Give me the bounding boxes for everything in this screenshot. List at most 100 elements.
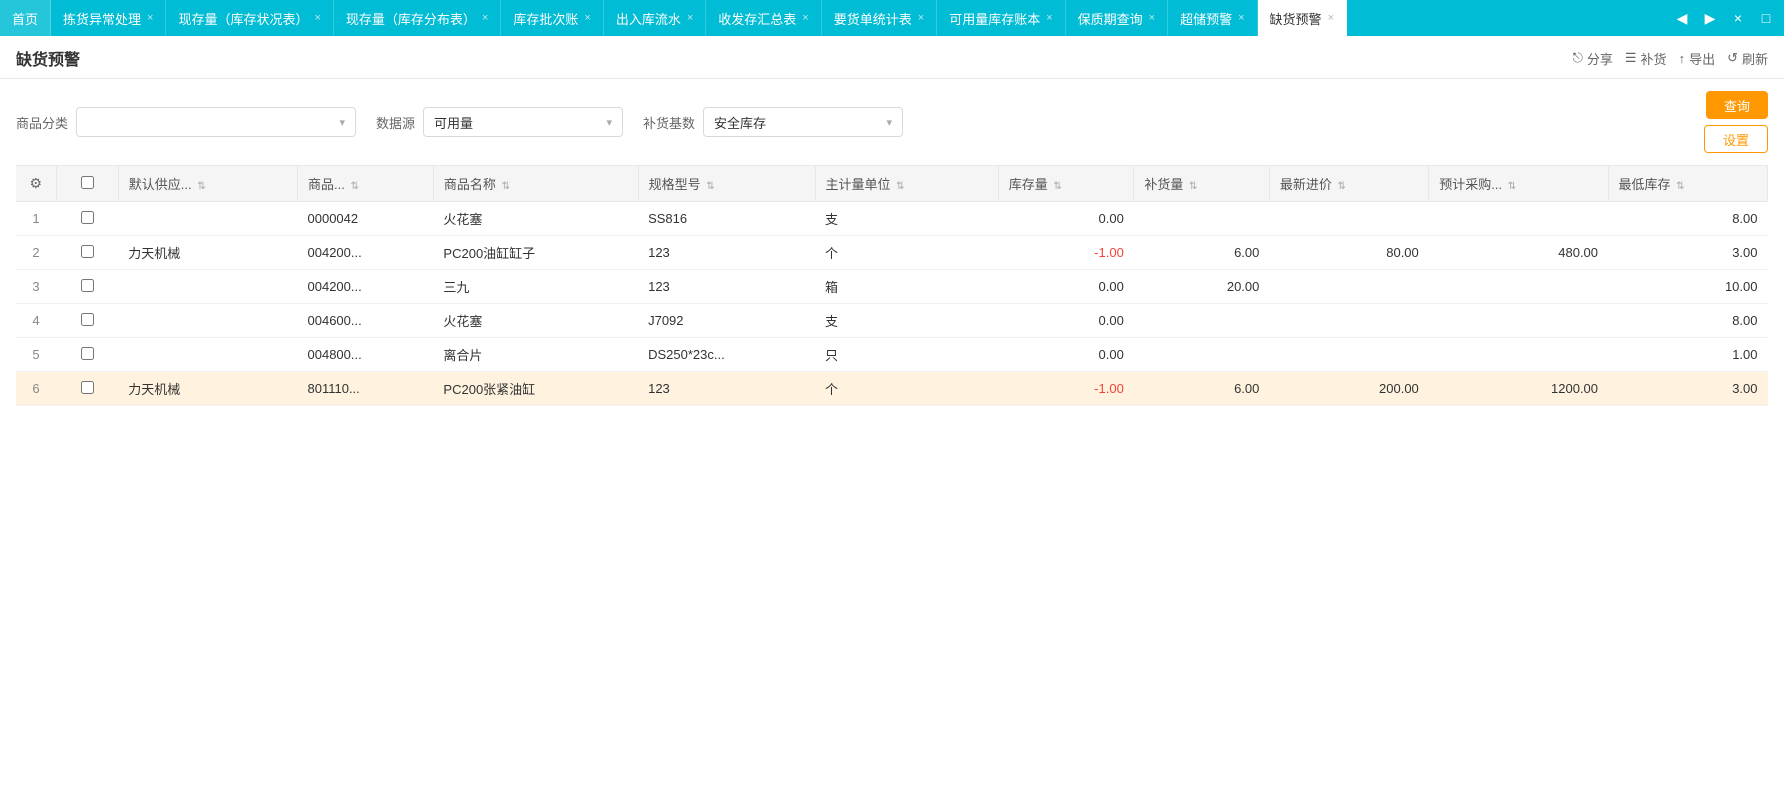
- export-action[interactable]: ↑ 导出: [1679, 49, 1716, 68]
- row-checkbox-cell[interactable]: [56, 270, 118, 304]
- nav-overstock[interactable]: 超储预警 ×: [1168, 0, 1257, 36]
- nav-expiry-close[interactable]: ×: [1149, 12, 1155, 24]
- nav-stock2-close[interactable]: ×: [482, 12, 488, 24]
- settings-button[interactable]: 设置: [1704, 125, 1768, 153]
- row-code: 004600...: [298, 304, 434, 338]
- datasource-select[interactable]: 可用量 ▾: [423, 107, 623, 137]
- shortage-table: ⚙ 默认供应... ⇅ 商品... ⇅ 商品名称 ⇅: [16, 165, 1768, 406]
- nav-available[interactable]: 可用量库存账本 ×: [937, 0, 1065, 36]
- stock-sort-icon: ⇅: [1053, 181, 1061, 192]
- row-checkbox[interactable]: [81, 347, 94, 360]
- row-checkbox-cell[interactable]: [56, 236, 118, 270]
- row-unit: 个: [815, 372, 998, 406]
- nav-batch-close[interactable]: ×: [584, 12, 590, 24]
- col-minstock[interactable]: 最低库存 ⇅: [1608, 166, 1767, 202]
- nav-home[interactable]: 首页: [0, 0, 51, 36]
- filter-actions: 查询 设置: [1704, 91, 1768, 153]
- col-plan[interactable]: 预计采购... ⇅: [1429, 166, 1608, 202]
- share-action[interactable]: ⎋ 分享: [1573, 49, 1613, 68]
- refresh-action[interactable]: ↺ 刷新: [1727, 49, 1768, 68]
- col-supplier[interactable]: 默认供应... ⇅: [118, 166, 297, 202]
- nav-next-btn[interactable]: ▶: [1696, 4, 1724, 32]
- query-button[interactable]: 查询: [1706, 91, 1768, 119]
- row-checkbox[interactable]: [81, 245, 94, 258]
- refresh-icon: ↺: [1727, 50, 1738, 66]
- nav-shortage-close[interactable]: ×: [1328, 12, 1334, 24]
- gear-icon[interactable]: ⚙: [29, 175, 42, 192]
- select-all-checkbox[interactable]: [81, 176, 94, 189]
- nav-order-label: 要货单统计表: [834, 9, 912, 28]
- row-checkbox[interactable]: [81, 381, 94, 394]
- share-icon: ⎋: [1573, 50, 1583, 66]
- nav-summary-close[interactable]: ×: [802, 12, 808, 24]
- nav-shortage[interactable]: 缺货预警 ×: [1258, 0, 1347, 36]
- row-name: PC200张紧油缸: [433, 372, 638, 406]
- plan-sort-icon: ⇅: [1508, 181, 1516, 192]
- col-spec[interactable]: 规格型号 ⇅: [638, 166, 815, 202]
- row-checkbox-cell[interactable]: [56, 338, 118, 372]
- col-name[interactable]: 商品名称 ⇅: [433, 166, 638, 202]
- row-spec: SS816: [638, 202, 815, 236]
- row-num: 3: [16, 270, 56, 304]
- row-code: 0000042: [298, 202, 434, 236]
- row-checkbox-cell[interactable]: [56, 372, 118, 406]
- nav-picking[interactable]: 拣货异常处理 ×: [51, 0, 166, 36]
- row-unit: 支: [815, 202, 998, 236]
- replenish-action[interactable]: ☰ 补货: [1625, 49, 1667, 68]
- row-stock: -1.00: [998, 372, 1134, 406]
- row-spec: J7092: [638, 304, 815, 338]
- nav-picking-close[interactable]: ×: [147, 12, 153, 24]
- base-select[interactable]: 安全库存 ▾: [703, 107, 903, 137]
- unit-sort-icon: ⇅: [896, 181, 904, 192]
- row-checkbox[interactable]: [81, 279, 94, 292]
- nav-stock1[interactable]: 现存量（库存状况表） ×: [166, 0, 333, 36]
- nav-expiry[interactable]: 保质期查询 ×: [1066, 0, 1168, 36]
- price-sort-icon: ⇅: [1338, 181, 1346, 192]
- minstock-sort-icon: ⇅: [1676, 181, 1684, 192]
- col-minstock-label: 最低库存: [1619, 177, 1671, 192]
- col-replen[interactable]: 补货量 ⇅: [1134, 166, 1270, 202]
- nav-inout-close[interactable]: ×: [687, 12, 693, 24]
- nav-batch[interactable]: 库存批次账 ×: [501, 0, 603, 36]
- nav-close-btn[interactable]: ×: [1724, 4, 1752, 32]
- row-plan: [1429, 304, 1608, 338]
- base-label: 补货基数: [643, 113, 695, 132]
- row-num: 6: [16, 372, 56, 406]
- filter-bar: 商品分类 ▾ 数据源 可用量 ▾ 补货基数 安全库存 ▾ 查询 设置: [0, 79, 1784, 165]
- col-unit[interactable]: 主计量单位 ⇅: [815, 166, 998, 202]
- category-filter-group: 商品分类 ▾: [16, 107, 356, 137]
- nav-available-close[interactable]: ×: [1046, 12, 1052, 24]
- row-checkbox[interactable]: [81, 313, 94, 326]
- base-filter-group: 补货基数 安全库存 ▾: [643, 107, 903, 137]
- nav-stock1-close[interactable]: ×: [314, 12, 320, 24]
- row-checkbox-cell[interactable]: [56, 202, 118, 236]
- col-price[interactable]: 最新进价 ⇅: [1269, 166, 1428, 202]
- col-stock[interactable]: 库存量 ⇅: [998, 166, 1134, 202]
- nav-prev-btn[interactable]: ◀: [1668, 4, 1696, 32]
- col-name-label: 商品名称: [444, 177, 496, 192]
- nav-overstock-close[interactable]: ×: [1238, 12, 1244, 24]
- refresh-label: 刷新: [1742, 49, 1768, 68]
- row-unit: 只: [815, 338, 998, 372]
- row-checkbox[interactable]: [81, 211, 94, 224]
- col-code[interactable]: 商品... ⇅: [298, 166, 434, 202]
- row-stock: 0.00: [998, 270, 1134, 304]
- row-checkbox-cell[interactable]: [56, 304, 118, 338]
- nav-summary[interactable]: 收发存汇总表 ×: [706, 0, 821, 36]
- datasource-caret-icon: ▾: [607, 116, 613, 129]
- share-label: 分享: [1587, 49, 1613, 68]
- nav-stock2[interactable]: 现存量（库存分布表） ×: [334, 0, 501, 36]
- nav-expiry-label: 保质期查询: [1078, 9, 1143, 28]
- spec-sort-icon: ⇅: [706, 181, 714, 192]
- row-supplier: [118, 338, 297, 372]
- row-minstock: 3.00: [1608, 372, 1767, 406]
- col-price-label: 最新进价: [1280, 177, 1332, 192]
- nav-stock1-label: 现存量（库存状况表）: [178, 9, 308, 28]
- row-price: [1269, 270, 1428, 304]
- nav-order[interactable]: 要货单统计表 ×: [822, 0, 937, 36]
- nav-order-close[interactable]: ×: [918, 12, 924, 24]
- nav-inout[interactable]: 出入库流水 ×: [604, 0, 706, 36]
- col-gear[interactable]: ⚙: [16, 166, 56, 202]
- category-select[interactable]: ▾: [76, 107, 356, 137]
- nav-maximize-btn[interactable]: □: [1752, 4, 1780, 32]
